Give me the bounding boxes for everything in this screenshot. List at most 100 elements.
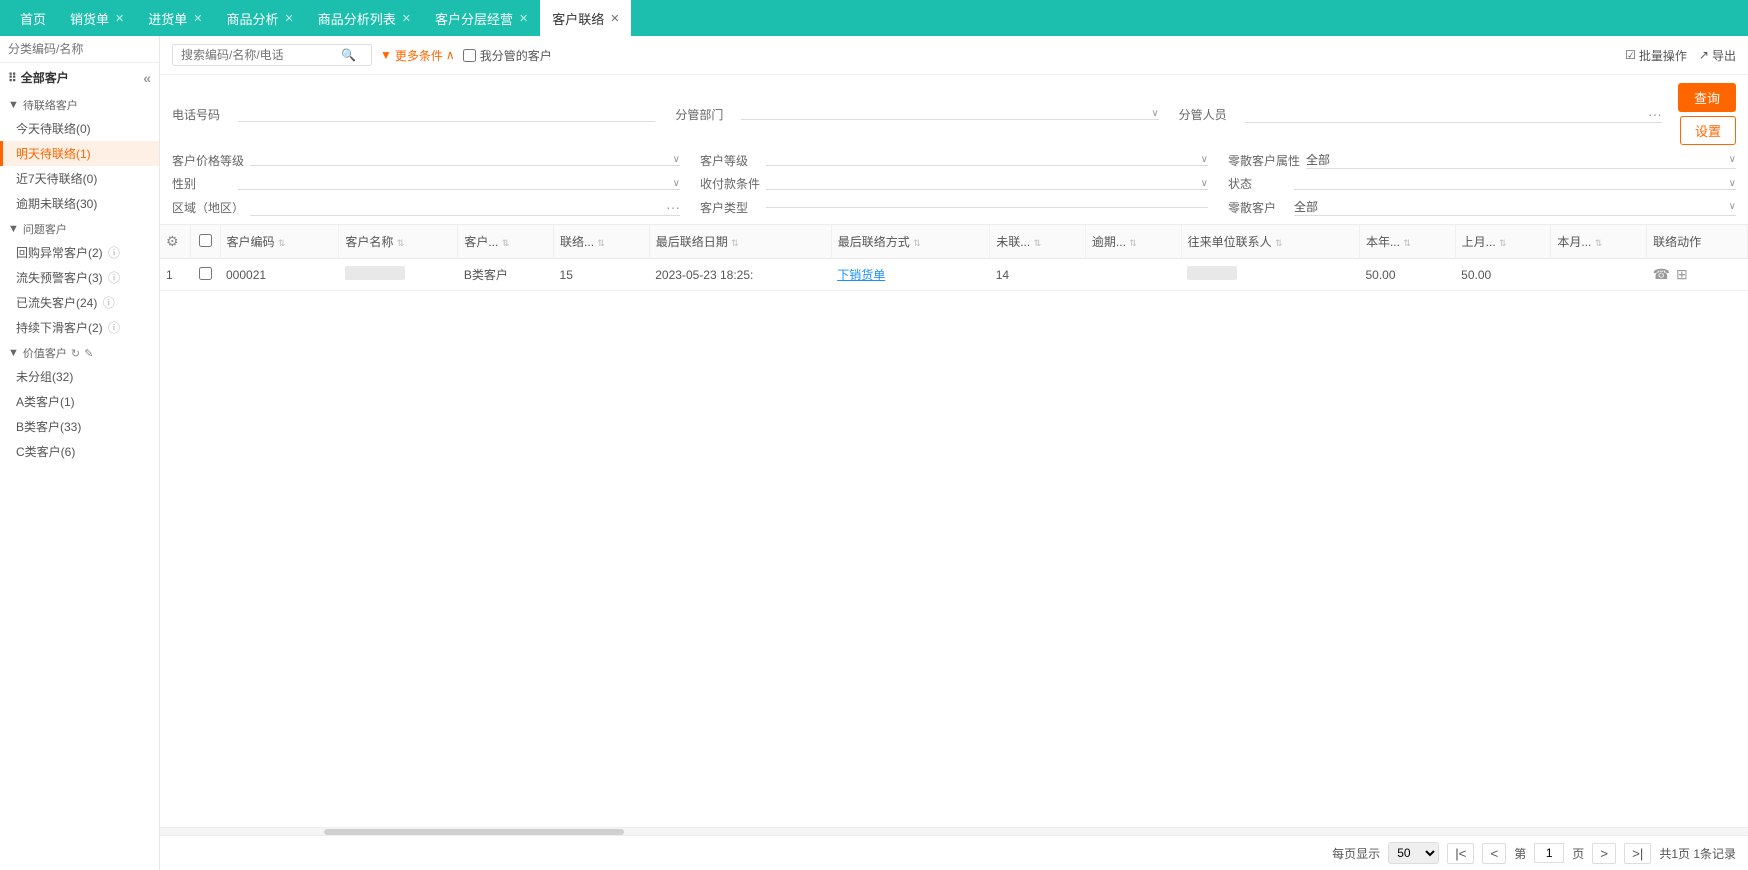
gender-label: 性别 bbox=[172, 175, 232, 192]
th-code: 客户编码 ⇅ bbox=[220, 225, 339, 259]
nav-sales[interactable]: 销货单 ✕ bbox=[58, 0, 136, 36]
per-page-select[interactable]: 50 100 200 bbox=[1388, 842, 1439, 864]
filter-retail-customer: 零散客户 全部 ∨ bbox=[1228, 198, 1736, 216]
dept-select-wrap[interactable]: ∨ bbox=[741, 108, 1158, 120]
tmonth-sort-icon[interactable]: ⇅ bbox=[1595, 238, 1603, 248]
method-sort-icon[interactable]: ⇅ bbox=[913, 238, 921, 248]
manager-label: 分管人员 bbox=[1179, 106, 1239, 123]
close-customer-contact-icon[interactable]: ✕ bbox=[610, 12, 619, 25]
sidebar-item-declining[interactable]: 持续下滑客户(2) ⓘ bbox=[0, 315, 159, 340]
close-purchase-icon[interactable]: ✕ bbox=[193, 12, 202, 25]
last-method-link[interactable]: 下销货单 bbox=[837, 268, 885, 282]
more-filter-btn[interactable]: ▼ 更多条件 ∧ bbox=[380, 47, 455, 64]
all-customers-header[interactable]: ⠿ 全部客户 « bbox=[0, 63, 159, 92]
th-name: 客户名称 ⇅ bbox=[339, 225, 458, 259]
payment-down-icon: ∨ bbox=[1201, 178, 1208, 189]
close-product-list-icon[interactable]: ✕ bbox=[402, 12, 411, 25]
year-sort-icon[interactable]: ⇅ bbox=[1403, 238, 1411, 248]
page-number-input[interactable] bbox=[1534, 843, 1564, 863]
sidebar-search-input[interactable] bbox=[8, 42, 160, 56]
sidebar-item-repurchase-abnormal[interactable]: 回购异常客户(2) ⓘ bbox=[0, 240, 159, 265]
collapse-icon[interactable]: « bbox=[143, 70, 151, 86]
query-button[interactable]: 查询 bbox=[1678, 83, 1736, 112]
lmonth-sort-icon[interactable]: ⇅ bbox=[1499, 238, 1507, 248]
contact-sort-icon[interactable]: ⇅ bbox=[597, 238, 605, 248]
retail-attr-down-icon: ∨ bbox=[1729, 154, 1736, 165]
price-level-down-icon: ∨ bbox=[673, 154, 680, 165]
phone-select-wrap[interactable] bbox=[238, 107, 655, 122]
name-sort-icon[interactable]: ⇅ bbox=[397, 238, 405, 248]
customer-level-select[interactable]: ∨ bbox=[766, 154, 1208, 166]
phone-input[interactable] bbox=[238, 107, 655, 121]
payment-select[interactable]: ∨ bbox=[766, 178, 1208, 190]
export-btn[interactable]: ↗ 导出 bbox=[1699, 47, 1736, 64]
first-page-btn[interactable]: |< bbox=[1447, 843, 1474, 864]
nav-home[interactable]: 首页 bbox=[8, 0, 58, 36]
dept-down-icon: ∨ bbox=[1151, 108, 1158, 119]
set-button[interactable]: 设置 bbox=[1680, 116, 1736, 145]
price-level-select[interactable]: ∨ bbox=[250, 154, 680, 166]
nav-customer-tier[interactable]: 客户分层经营 ✕ bbox=[423, 0, 540, 36]
my-customers-checkbox[interactable] bbox=[463, 49, 476, 62]
sidebar-item-tomorrow[interactable]: 明天待联络(1) bbox=[0, 141, 159, 166]
sidebar-item-today[interactable]: 今天待联络(0) bbox=[0, 116, 159, 141]
table-gear-icon[interactable]: ⚙ bbox=[166, 233, 179, 249]
date-sort-icon[interactable]: ⇅ bbox=[731, 238, 739, 248]
sidebar-item-churned[interactable]: 已流失客户(24) ⓘ bbox=[0, 290, 159, 315]
select-all-checkbox[interactable] bbox=[199, 234, 212, 247]
action-more-icon[interactable]: ⊞ bbox=[1676, 266, 1688, 283]
sidebar-item-a-class[interactable]: A类客户(1) bbox=[0, 389, 159, 414]
unit-sort-icon[interactable]: ⇅ bbox=[1275, 238, 1283, 248]
pending-group-label: ▼ 待联络客户 bbox=[0, 92, 159, 116]
type-sort-icon[interactable]: ⇅ bbox=[502, 238, 510, 248]
overdue-sort-icon[interactable]: ⇅ bbox=[1129, 238, 1137, 248]
status-label: 状态 bbox=[1228, 175, 1288, 192]
refresh-icon[interactable]: ↻ bbox=[71, 347, 80, 360]
last-page-btn[interactable]: >| bbox=[1624, 843, 1651, 864]
sidebar-item-overdue[interactable]: 逾期未联络(30) bbox=[0, 191, 159, 216]
sidebar-item-week[interactable]: 近7天待联络(0) bbox=[0, 166, 159, 191]
gender-select[interactable]: ∨ bbox=[238, 178, 680, 190]
action-phone-icon[interactable]: ☎ bbox=[1653, 266, 1670, 283]
prev-page-btn[interactable]: < bbox=[1482, 843, 1506, 864]
filter-gender: 性别 ∨ bbox=[172, 175, 680, 192]
sidebar-item-c-class[interactable]: C类客户(6) bbox=[0, 439, 159, 464]
nocontact-sort-icon[interactable]: ⇅ bbox=[1034, 238, 1042, 248]
nav-customer-contact[interactable]: 客户联络 ✕ bbox=[540, 0, 631, 36]
close-customer-tier-icon[interactable]: ✕ bbox=[519, 12, 528, 25]
table-header-row: ⚙ 客户编码 ⇅ 客户名称 ⇅ bbox=[160, 225, 1748, 259]
pending-arrow-icon: ▼ bbox=[8, 99, 19, 111]
search-input[interactable] bbox=[181, 48, 341, 62]
sidebar-item-churn-warning[interactable]: 流失预警客户(3) ⓘ bbox=[0, 265, 159, 290]
status-select[interactable]: ∨ bbox=[1294, 178, 1736, 190]
close-product-analysis-icon[interactable]: ✕ bbox=[285, 12, 294, 25]
code-sort-icon[interactable]: ⇅ bbox=[278, 238, 286, 248]
region-more-icon[interactable]: ··· bbox=[666, 199, 680, 215]
search-submit-icon[interactable]: 🔍 bbox=[341, 48, 356, 62]
nav-product-analysis[interactable]: 商品分析 ✕ bbox=[214, 0, 305, 36]
retail-customer-select[interactable]: 全部 ∨ bbox=[1294, 198, 1736, 216]
scrollbar-thumb[interactable] bbox=[324, 829, 624, 835]
nav-product-analysis-list[interactable]: 商品分析列表 ✕ bbox=[306, 0, 423, 36]
gender-down-icon: ∨ bbox=[673, 178, 680, 189]
nav-purchase[interactable]: 进货单 ✕ bbox=[136, 0, 214, 36]
close-sales-icon[interactable]: ✕ bbox=[115, 12, 124, 25]
manager-more-icon[interactable]: ··· bbox=[1648, 106, 1662, 122]
region-select[interactable]: ··· bbox=[250, 199, 680, 216]
row-checkbox[interactable] bbox=[199, 267, 212, 280]
filter-phone: 电话号码 bbox=[172, 106, 655, 123]
sidebar-item-unclassified[interactable]: 未分组(32) bbox=[0, 364, 159, 389]
manager-select-wrap[interactable]: ··· bbox=[1245, 106, 1662, 123]
table-footer: 每页显示 50 100 200 |< < 第 页 > >| 共1页 1条记录 bbox=[160, 835, 1748, 870]
th-last-method: 最后联络方式 ⇅ bbox=[831, 225, 990, 259]
customer-type-select[interactable] bbox=[766, 207, 1208, 208]
problem-arrow-icon: ▼ bbox=[8, 223, 19, 235]
value-arrow-icon: ▼ bbox=[8, 347, 19, 359]
total-records: 共1页 1条记录 bbox=[1659, 845, 1736, 862]
next-page-btn[interactable]: > bbox=[1592, 843, 1616, 864]
retail-attr-select[interactable]: 全部 ∨ bbox=[1306, 151, 1736, 169]
filter-payment: 收付款条件 ∨ bbox=[700, 175, 1208, 192]
batch-ops-btn[interactable]: ☑ 批量操作 bbox=[1625, 47, 1687, 64]
edit-icon[interactable]: ✎ bbox=[84, 347, 93, 360]
sidebar-item-b-class[interactable]: B类客户(33) bbox=[0, 414, 159, 439]
